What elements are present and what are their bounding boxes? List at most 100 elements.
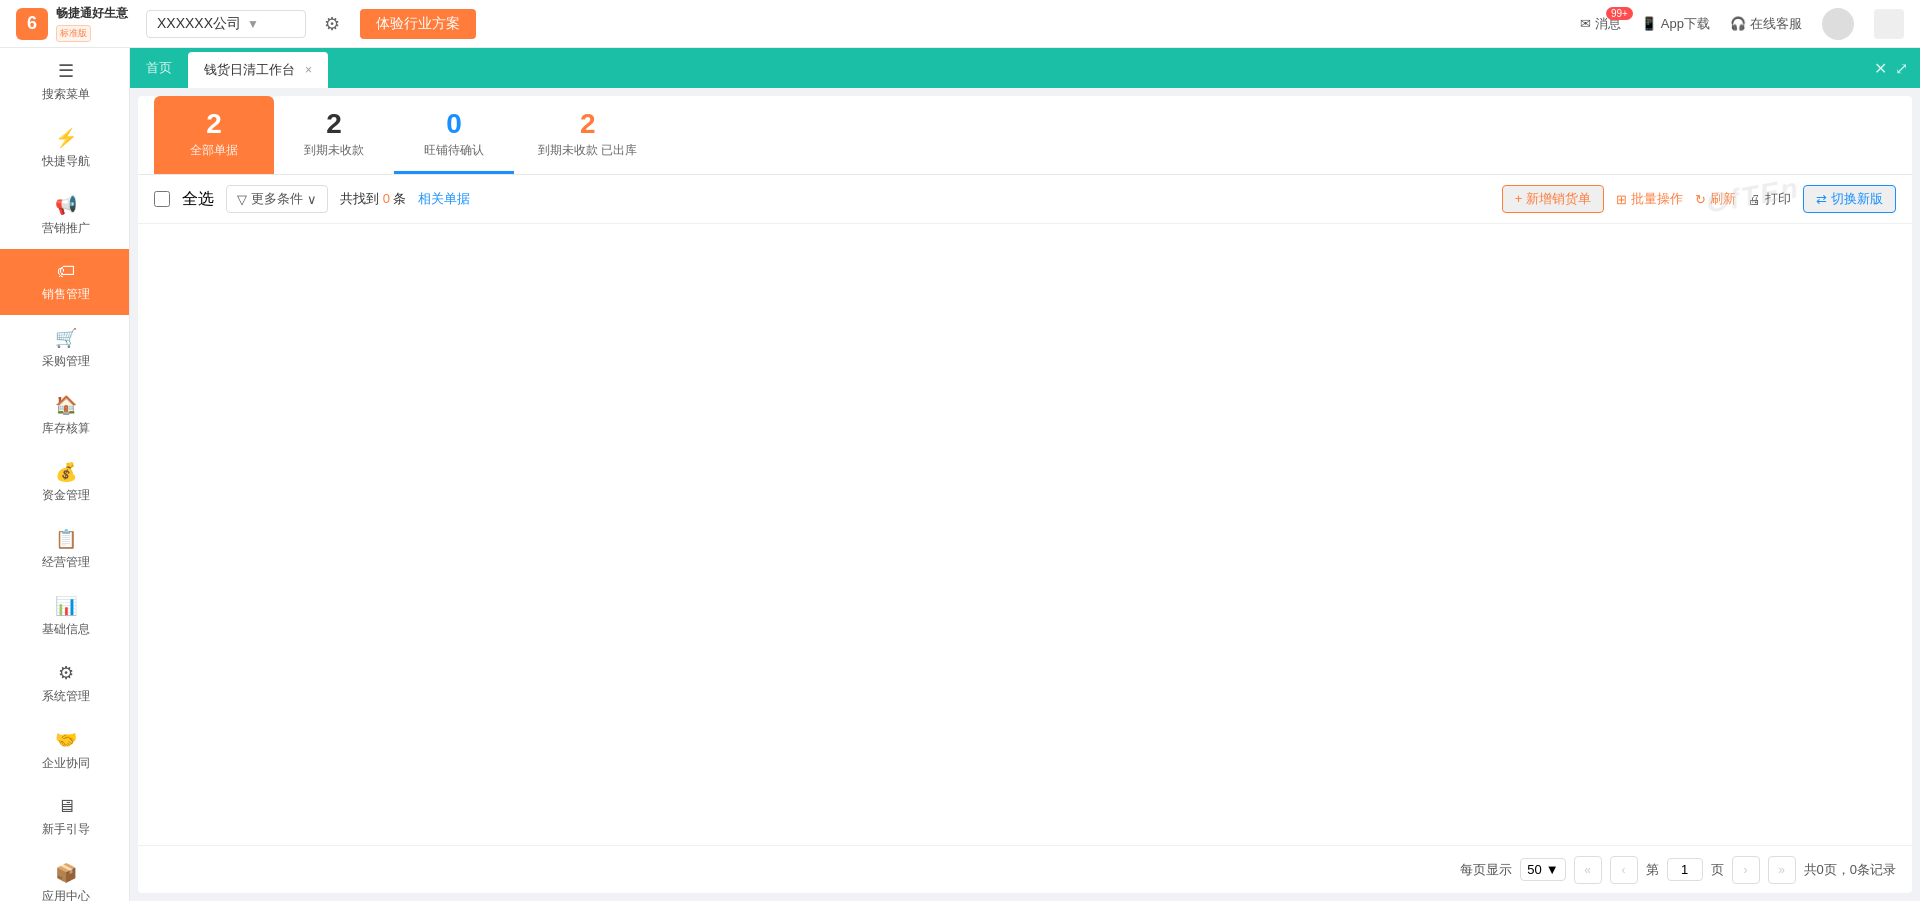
- stat-tab-overdue[interactable]: 2 到期未收款: [274, 96, 394, 174]
- user-menu[interactable]: [1874, 9, 1904, 39]
- tab-current[interactable]: 钱货日清工作台 ×: [188, 52, 328, 88]
- logo-icon: 6: [16, 8, 48, 40]
- logo-badge: 标准版: [56, 25, 91, 42]
- select-all-checkbox[interactable]: [154, 191, 170, 207]
- next-page-btn[interactable]: ›: [1732, 856, 1760, 884]
- sidebar-label-system: 系统管理: [42, 688, 90, 705]
- filter-icon: ▽: [237, 192, 247, 207]
- logo-text-block: 畅捷通好生意 标准版: [56, 5, 128, 42]
- search-menu-icon: ☰: [58, 60, 74, 82]
- pagination: 每页显示 50 ▼ « ‹ 第 页 › »: [138, 845, 1912, 893]
- sidebar-item-guide[interactable]: 🖥 新手引导: [0, 784, 129, 850]
- enterprise-icon: 🤝: [55, 729, 77, 751]
- sidebar-label-enterprise: 企业协同: [42, 755, 90, 772]
- tab-home[interactable]: 首页: [130, 48, 188, 88]
- sidebar: ☰ 搜索菜单 ⚡ 快捷导航 📢 营销推广 🏷 销售管理 🛒 采购管理 🏠 库存核…: [0, 48, 130, 901]
- header: 6 畅捷通好生意 标准版 XXXXXX公司 ▼ ⚙ 体验行业方案 ✉ 消息 99…: [0, 0, 1920, 48]
- first-page-icon: «: [1584, 863, 1591, 877]
- batch-operation-button[interactable]: ⊞ 批量操作: [1616, 190, 1683, 208]
- sidebar-label-sales: 销售管理: [42, 286, 90, 303]
- prev-page-btn[interactable]: ‹: [1610, 856, 1638, 884]
- inventory-icon: 🏠: [55, 394, 77, 416]
- sidebar-label-basic-info: 基础信息: [42, 621, 90, 638]
- switch-version-button[interactable]: ⇄ 切换新版: [1803, 185, 1896, 213]
- service-label: 在线客服: [1750, 15, 1802, 33]
- basic-info-icon: 📊: [55, 595, 77, 617]
- page-size-label: 每页显示: [1460, 861, 1512, 879]
- last-page-icon: »: [1778, 863, 1785, 877]
- stat-tab-pending[interactable]: 0 旺铺待确认: [394, 96, 514, 174]
- prev-page-icon: ‹: [1622, 863, 1626, 877]
- found-text: 共找到 0 条: [340, 190, 406, 208]
- message-icon: ✉: [1580, 16, 1591, 31]
- page-size-select[interactable]: 50 ▼: [1520, 858, 1565, 881]
- sidebar-label-finance: 资金管理: [42, 487, 90, 504]
- related-link[interactable]: 相关单据: [418, 190, 470, 208]
- sales-icon: 🏷: [57, 261, 75, 282]
- found-suffix: 条: [393, 191, 406, 206]
- sidebar-item-enterprise[interactable]: 🤝 企业协同: [0, 717, 129, 784]
- tab-close-icon[interactable]: ×: [305, 63, 312, 77]
- stat-tab-all[interactable]: 2 全部单据: [154, 96, 274, 174]
- settings-icon[interactable]: ⚙: [316, 8, 348, 40]
- refresh-label: 刷新: [1710, 190, 1736, 208]
- app-download-item[interactable]: 📱 App下载: [1641, 15, 1710, 33]
- main-area: 首页 钱货日清工作台 × ✕ ⤢ 2 全部单据 2 到期未收款: [130, 48, 1920, 901]
- tab-current-label: 钱货日清工作台: [204, 61, 295, 79]
- company-selector[interactable]: XXXXXX公司 ▼: [146, 10, 306, 38]
- table-body: [138, 224, 1912, 845]
- layout: ☰ 搜索菜单 ⚡ 快捷导航 📢 营销推广 🏷 销售管理 🛒 采购管理 🏠 库存核…: [0, 48, 1920, 901]
- add-sales-order-button[interactable]: + 新增销货单: [1502, 185, 1604, 213]
- tab-bar-right: ✕ ⤢: [1874, 59, 1920, 78]
- sidebar-label-purchase: 采购管理: [42, 353, 90, 370]
- sidebar-label-operation: 经营管理: [42, 554, 90, 571]
- sidebar-item-operation[interactable]: 📋 经营管理: [0, 516, 129, 583]
- page-size-arrow: ▼: [1546, 862, 1559, 877]
- filter-button[interactable]: ▽ 更多条件 ∨: [226, 185, 328, 213]
- stat-num-pending: 0: [446, 108, 462, 140]
- last-page-btn[interactable]: »: [1768, 856, 1796, 884]
- sidebar-item-sales[interactable]: 🏷 销售管理: [0, 249, 129, 315]
- operation-icon: 📋: [55, 528, 77, 550]
- print-icon: 🖨: [1748, 192, 1761, 207]
- filter-arrow: ∨: [307, 192, 317, 207]
- sidebar-item-finance[interactable]: 💰 资金管理: [0, 449, 129, 516]
- page-suffix-label: 页: [1711, 861, 1724, 879]
- page-number-input[interactable]: [1667, 858, 1703, 881]
- window-expand-btn[interactable]: ⤢: [1895, 59, 1908, 78]
- trial-button[interactable]: 体验行业方案: [360, 9, 476, 39]
- app-icon: 📱: [1641, 16, 1657, 31]
- header-right: ✉ 消息 99+ 📱 App下载 🎧 在线客服: [1580, 8, 1904, 40]
- sidebar-item-app-center[interactable]: 📦 应用中心: [0, 850, 129, 901]
- first-page-btn[interactable]: «: [1574, 856, 1602, 884]
- stat-tab-overdue-out[interactable]: 2 到期未收款 已出库: [514, 96, 661, 174]
- tab-bar: 首页 钱货日清工作台 × ✕ ⤢: [130, 48, 1920, 88]
- sidebar-label-marketing: 营销推广: [42, 220, 90, 237]
- service-item[interactable]: 🎧 在线客服: [1730, 15, 1802, 33]
- print-label: 打印: [1765, 190, 1791, 208]
- content-card: 2 全部单据 2 到期未收款 0 旺铺待确认 2 到期未收款 已出库: [138, 96, 1912, 893]
- sidebar-item-search-menu[interactable]: ☰ 搜索菜单: [0, 48, 129, 115]
- sidebar-item-inventory[interactable]: 🏠 库存核算: [0, 382, 129, 449]
- sidebar-label-guide: 新手引导: [42, 821, 90, 838]
- switch-label: 切换新版: [1831, 190, 1883, 208]
- sidebar-item-purchase[interactable]: 🛒 采购管理: [0, 315, 129, 382]
- user-avatar[interactable]: [1822, 8, 1854, 40]
- batch-label: 批量操作: [1631, 190, 1683, 208]
- message-item[interactable]: ✉ 消息 99+: [1580, 15, 1621, 33]
- sidebar-item-system[interactable]: ⚙ 系统管理: [0, 650, 129, 717]
- sidebar-item-marketing[interactable]: 📢 营销推广: [0, 182, 129, 249]
- refresh-button[interactable]: ↻ 刷新: [1695, 190, 1736, 208]
- switch-icon: ⇄: [1816, 192, 1827, 207]
- filter-label: 更多条件: [251, 190, 303, 208]
- company-name: XXXXXX公司: [157, 15, 241, 33]
- window-close-btn[interactable]: ✕: [1874, 59, 1887, 78]
- sidebar-label-search-menu: 搜索菜单: [42, 86, 90, 103]
- sidebar-item-basic-info[interactable]: 📊 基础信息: [0, 583, 129, 650]
- toolbar: 全选 ▽ 更多条件 ∨ 共找到 0 条 相关单据 + 新增销货单 ⊞ 批量操作: [138, 175, 1912, 224]
- sidebar-label-inventory: 库存核算: [42, 420, 90, 437]
- next-page-icon: ›: [1744, 863, 1748, 877]
- sidebar-item-quick-nav[interactable]: ⚡ 快捷导航: [0, 115, 129, 182]
- refresh-icon: ↻: [1695, 192, 1706, 207]
- print-button[interactable]: 🖨 打印: [1748, 190, 1791, 208]
